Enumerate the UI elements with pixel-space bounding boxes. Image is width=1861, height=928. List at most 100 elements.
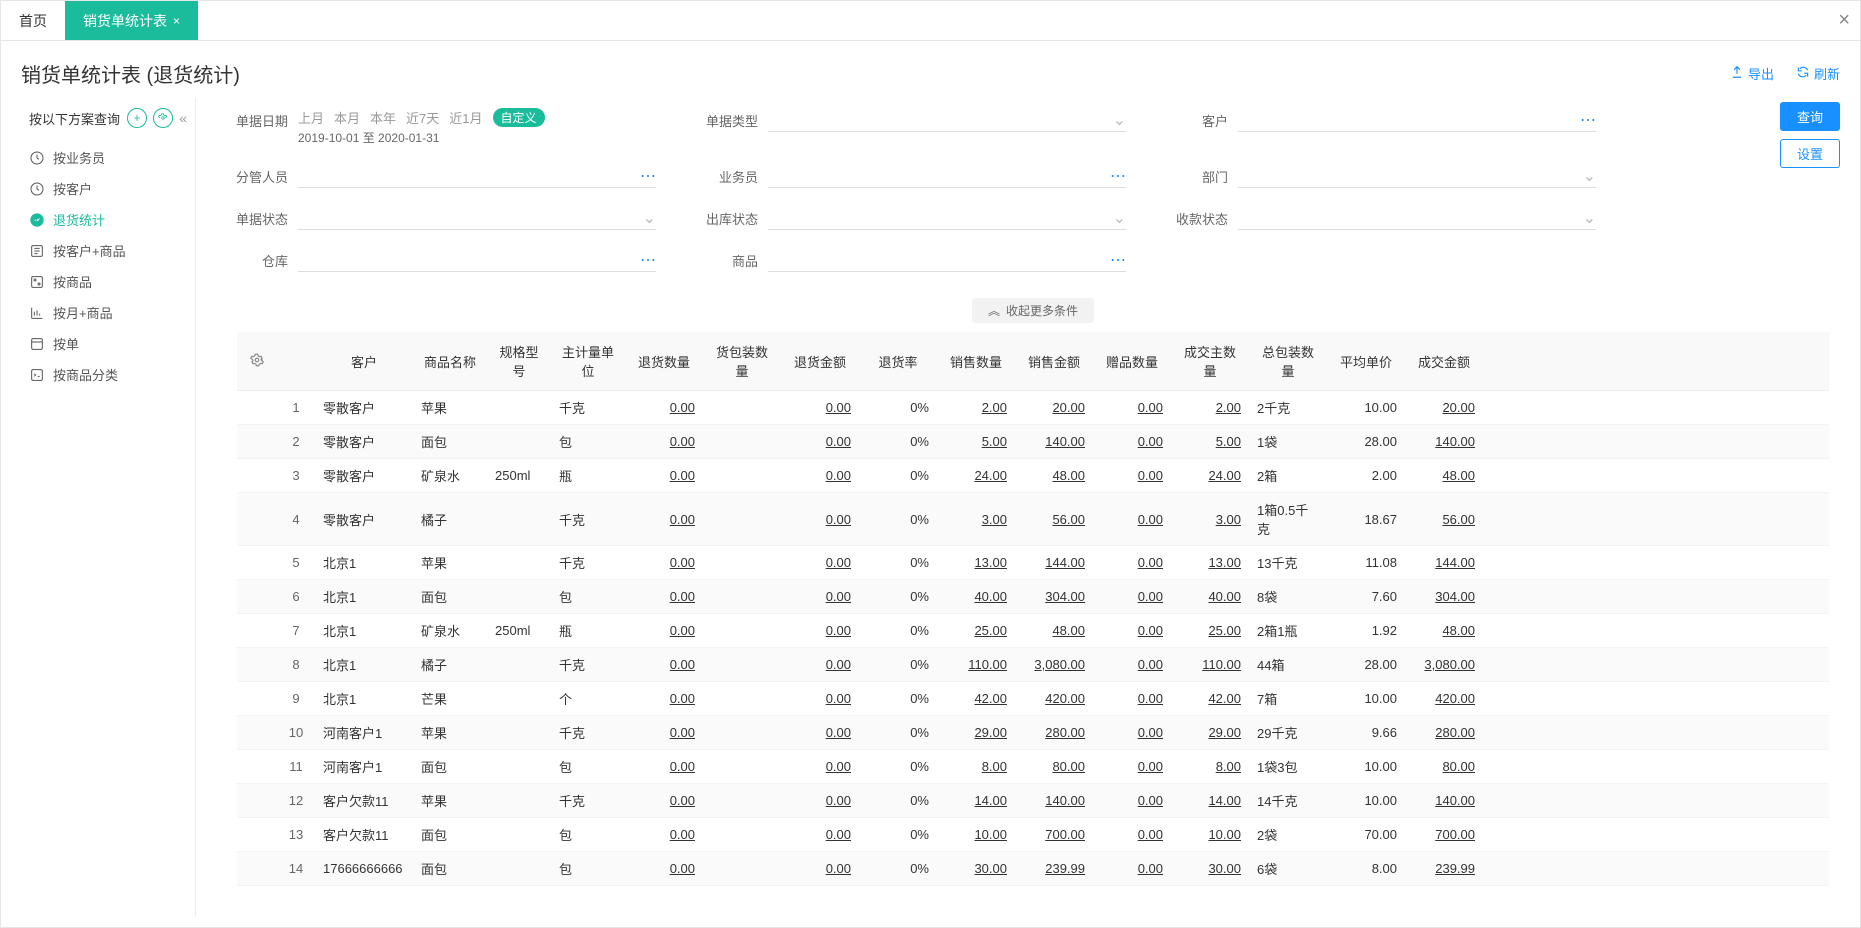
th-main-unit[interactable]: 主计量单位	[551, 332, 625, 391]
doc-type-select[interactable]	[768, 108, 1126, 132]
cell-return-qty[interactable]: 0.00	[670, 589, 695, 604]
cell-deal-amt[interactable]: 20.00	[1442, 400, 1475, 415]
cell-return-qty[interactable]: 0.00	[670, 725, 695, 740]
cell-deal-main-qty[interactable]: 8.00	[1216, 759, 1241, 774]
th-product-name[interactable]: 商品名称	[413, 332, 487, 391]
table-row[interactable]: 8北京1橘子千克0.000.000%110.003,080.000.00110.…	[237, 648, 1829, 682]
cell-return-amt[interactable]: 0.00	[826, 861, 851, 876]
cell-return-amt[interactable]: 0.00	[826, 468, 851, 483]
table-row[interactable]: 13客户欠款11面包包0.000.000%10.00700.000.0010.0…	[237, 818, 1829, 852]
table-row[interactable]: 1零散客户苹果千克0.000.000%2.0020.000.002.002千克1…	[237, 391, 1829, 425]
cell-return-qty[interactable]: 0.00	[670, 759, 695, 774]
cell-return-qty[interactable]: 0.00	[670, 434, 695, 449]
cell-deal-main-qty[interactable]: 42.00	[1208, 691, 1241, 706]
cell-sales-amt[interactable]: 48.00	[1052, 623, 1085, 638]
preset-this-month[interactable]: 本月	[334, 108, 360, 127]
cell-deal-amt[interactable]: 48.00	[1442, 623, 1475, 638]
collapse-filters-button[interactable]: ︽ 收起更多条件	[972, 298, 1094, 323]
cell-deal-main-qty[interactable]: 10.00	[1208, 827, 1241, 842]
cell-sales-qty[interactable]: 110.00	[968, 657, 1007, 672]
cell-sales-amt[interactable]: 56.00	[1052, 512, 1085, 527]
cell-sales-qty[interactable]: 14.00	[974, 793, 1007, 808]
sidebar-item[interactable]: 按月+商品	[29, 297, 187, 328]
cell-sales-amt[interactable]: 144.00	[1045, 555, 1085, 570]
cell-sales-amt[interactable]: 20.00	[1052, 400, 1085, 415]
add-plan-button[interactable]	[127, 108, 147, 128]
cell-return-qty[interactable]: 0.00	[670, 555, 695, 570]
cell-gift-qty[interactable]: 0.00	[1138, 623, 1163, 638]
product-input[interactable]	[768, 248, 1126, 272]
cell-gift-qty[interactable]: 0.00	[1138, 725, 1163, 740]
th-return-rate[interactable]: 退货率	[859, 332, 937, 391]
cell-sales-qty[interactable]: 24.00	[974, 468, 1007, 483]
receipt-status-select[interactable]	[1238, 206, 1596, 230]
cell-gift-qty[interactable]: 0.00	[1138, 400, 1163, 415]
chevron-down-icon[interactable]: ⌄	[1583, 208, 1596, 228]
cell-sales-qty[interactable]: 30.00	[974, 861, 1007, 876]
cell-sales-amt[interactable]: 140.00	[1045, 434, 1085, 449]
cell-deal-main-qty[interactable]: 13.00	[1208, 555, 1241, 570]
cell-gift-qty[interactable]: 0.00	[1138, 555, 1163, 570]
cell-deal-amt[interactable]: 280.00	[1435, 725, 1475, 740]
cell-sales-amt[interactable]: 48.00	[1052, 468, 1085, 483]
cell-sales-qty[interactable]: 8.00	[982, 759, 1007, 774]
cell-deal-main-qty[interactable]: 25.00	[1208, 623, 1241, 638]
cell-deal-amt[interactable]: 140.00	[1435, 793, 1475, 808]
cell-sales-amt[interactable]: 420.00	[1045, 691, 1085, 706]
close-icon[interactable]: ×	[173, 14, 180, 28]
cell-return-qty[interactable]: 0.00	[670, 861, 695, 876]
cell-return-amt[interactable]: 0.00	[826, 434, 851, 449]
cell-gift-qty[interactable]: 0.00	[1138, 793, 1163, 808]
cell-return-amt[interactable]: 0.00	[826, 759, 851, 774]
tab-report[interactable]: 销货单统计表 ×	[65, 1, 198, 40]
cell-return-qty[interactable]: 0.00	[670, 827, 695, 842]
cell-deal-amt[interactable]: 304.00	[1435, 589, 1475, 604]
table-row[interactable]: 1417666666666面包包0.000.000%30.00239.990.0…	[237, 852, 1829, 886]
more-icon[interactable]: ⋯	[640, 250, 656, 270]
cell-sales-amt[interactable]: 700.00	[1045, 827, 1085, 842]
more-icon[interactable]: ⋯	[1580, 110, 1596, 130]
cell-return-amt[interactable]: 0.00	[826, 623, 851, 638]
settings-button[interactable]: 设置	[1780, 139, 1840, 168]
refresh-button[interactable]: 刷新	[1796, 64, 1840, 83]
cell-return-qty[interactable]: 0.00	[670, 691, 695, 706]
cell-deal-amt[interactable]: 56.00	[1442, 512, 1475, 527]
table-row[interactable]: 4零散客户橘子千克0.000.000%3.0056.000.003.001箱0.…	[237, 493, 1829, 546]
cell-sales-qty[interactable]: 5.00	[982, 434, 1007, 449]
th-return-amt[interactable]: 退货金额	[781, 332, 859, 391]
th-spec[interactable]: 规格型号	[487, 332, 551, 391]
sidebar-item[interactable]: 按商品分类	[29, 359, 187, 390]
tab-home[interactable]: 首页	[1, 1, 65, 40]
cell-sales-amt[interactable]: 3,080.00	[1034, 657, 1085, 672]
cell-deal-main-qty[interactable]: 3.00	[1216, 512, 1241, 527]
table-row[interactable]: 11河南客户1面包包0.000.000%8.0080.000.008.001袋3…	[237, 750, 1829, 784]
th-total-pack-qty[interactable]: 总包装数量	[1249, 332, 1327, 391]
outbound-status-select[interactable]	[768, 206, 1126, 230]
cell-sales-amt[interactable]: 239.99	[1045, 861, 1085, 876]
cell-gift-qty[interactable]: 0.00	[1138, 589, 1163, 604]
chevron-down-icon[interactable]: ⌄	[1113, 110, 1126, 130]
th-deal-amt[interactable]: 成交金额	[1405, 332, 1483, 391]
window-close-icon[interactable]: ×	[1838, 9, 1850, 32]
th-customer[interactable]: 客户	[315, 332, 413, 391]
cell-deal-main-qty[interactable]: 29.00	[1208, 725, 1241, 740]
preset-this-year[interactable]: 本年	[370, 108, 396, 127]
chevron-down-icon[interactable]: ⌄	[643, 208, 656, 228]
doc-status-select[interactable]	[298, 206, 656, 230]
chevron-down-icon[interactable]: ⌄	[1113, 208, 1126, 228]
cell-deal-amt[interactable]: 48.00	[1442, 468, 1475, 483]
query-button[interactable]: 查询	[1780, 102, 1840, 131]
table-row[interactable]: 6北京1面包包0.000.000%40.00304.000.0040.008袋7…	[237, 580, 1829, 614]
cell-deal-amt[interactable]: 700.00	[1435, 827, 1475, 842]
th-pack-qty[interactable]: 货包装数量	[703, 332, 781, 391]
cell-sales-qty[interactable]: 3.00	[982, 512, 1007, 527]
cell-return-amt[interactable]: 0.00	[826, 555, 851, 570]
salesperson-input[interactable]	[768, 164, 1126, 188]
chevron-down-icon[interactable]: ⌄	[1583, 166, 1596, 186]
more-icon[interactable]: ⋯	[1110, 166, 1126, 186]
table-row[interactable]: 3零散客户矿泉水250ml瓶0.000.000%24.0048.000.0024…	[237, 459, 1829, 493]
th-avg-price[interactable]: 平均单价	[1327, 332, 1405, 391]
cell-sales-qty[interactable]: 13.00	[974, 555, 1007, 570]
preset-last-month[interactable]: 上月	[298, 108, 324, 127]
cell-return-amt[interactable]: 0.00	[826, 691, 851, 706]
